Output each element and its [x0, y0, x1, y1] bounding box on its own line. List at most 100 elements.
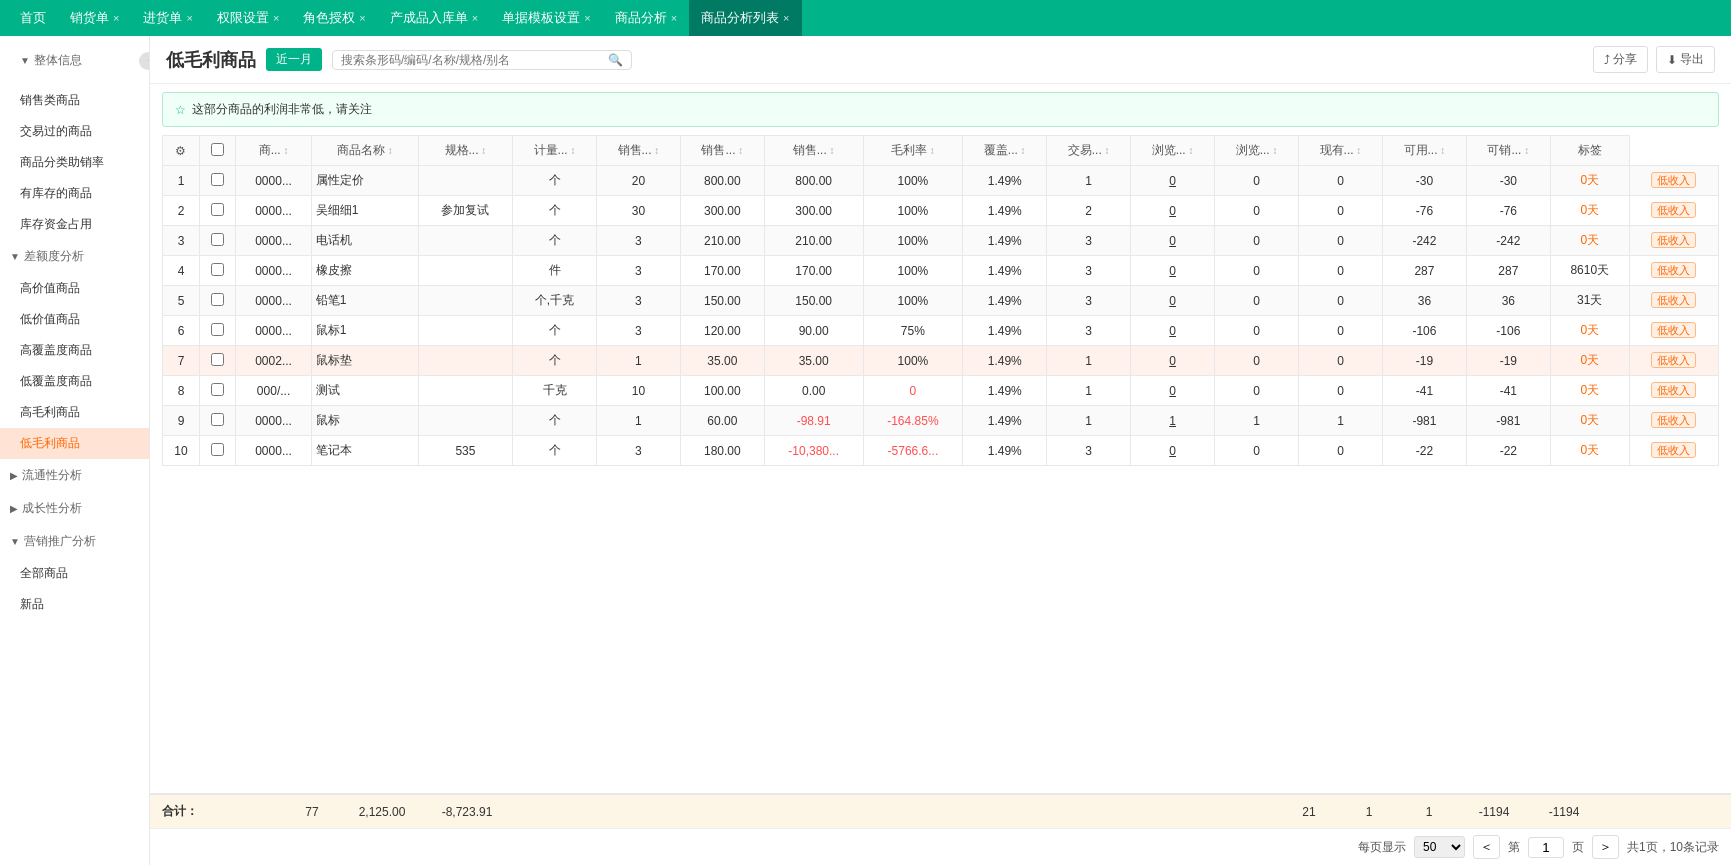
sidebar-item-low-coverage[interactable]: 低覆盖度商品 [0, 366, 149, 397]
col-checkbox[interactable] [199, 136, 235, 166]
close-icon[interactable]: × [113, 12, 119, 24]
sidebar-item-category-rate[interactable]: 商品分类助销率 [0, 147, 149, 178]
nav-template[interactable]: 单据模板设置 × [490, 0, 602, 36]
search-icon[interactable]: 🔍 [608, 53, 623, 67]
sidebar-item-in-stock[interactable]: 有库存的商品 [0, 178, 149, 209]
row-select[interactable] [199, 196, 235, 226]
row-code: 0000... [236, 226, 312, 256]
nav-analysis[interactable]: 商品分析 × [603, 0, 689, 36]
sidebar-item-high-value[interactable]: 高价值商品 [0, 273, 149, 304]
sidebar-item-low-margin[interactable]: 低毛利商品 [0, 428, 149, 459]
col-price[interactable]: 销售... [680, 136, 764, 166]
per-page-select[interactable]: 10 20 50 100 [1414, 836, 1465, 858]
row-select[interactable] [199, 436, 235, 466]
row-select[interactable] [199, 406, 235, 436]
row-checkbox[interactable] [211, 203, 224, 216]
close-icon[interactable]: × [472, 12, 478, 24]
row-trade[interactable]: 0 [1131, 376, 1215, 406]
sidebar-item-sales-goods[interactable]: 销售类商品 [0, 85, 149, 116]
col-settings[interactable]: ⚙ [163, 136, 200, 166]
sidebar-group-growth[interactable]: ▶ 成长性分析 [0, 492, 149, 525]
row-available: -76 [1466, 196, 1550, 226]
row-tag: 低收入 [1629, 166, 1718, 196]
row-checkbox[interactable] [211, 173, 224, 186]
row-checkbox[interactable] [211, 293, 224, 306]
col-trade[interactable]: 交易... [1047, 136, 1131, 166]
row-select[interactable] [199, 256, 235, 286]
close-icon[interactable]: × [584, 12, 590, 24]
row-checkbox[interactable] [211, 263, 224, 276]
select-all-checkbox[interactable] [211, 143, 224, 156]
row-checkbox[interactable] [211, 413, 224, 426]
sidebar-item-new-goods[interactable]: 新品 [0, 589, 149, 620]
share-button[interactable]: ⤴ 分享 [1593, 46, 1648, 73]
close-icon[interactable]: × [671, 12, 677, 24]
row-checkbox[interactable] [211, 233, 224, 246]
row-trade[interactable]: 0 [1131, 436, 1215, 466]
row-coverage: 3 [1047, 226, 1131, 256]
sidebar-group-differential[interactable]: ▼ 差额度分析 [0, 240, 149, 273]
row-margin: 1.49% [963, 316, 1047, 346]
col-spec[interactable]: 规格... [418, 136, 512, 166]
row-select[interactable] [199, 316, 235, 346]
nav-purchase[interactable]: 进货单 × [131, 0, 204, 36]
sidebar-item-capital[interactable]: 库存资金占用 [0, 209, 149, 240]
close-icon[interactable]: × [273, 12, 279, 24]
row-trade[interactable]: 0 [1131, 346, 1215, 376]
sidebar-group-marketing[interactable]: ▼ 营销推广分析 [0, 525, 149, 558]
sidebar-item-all-goods[interactable]: 全部商品 [0, 558, 149, 589]
row-trade[interactable]: 0 [1131, 226, 1215, 256]
col-coverage[interactable]: 覆盖... [963, 136, 1047, 166]
row-trade[interactable]: 1 [1131, 406, 1215, 436]
col-qty[interactable]: 销售... [596, 136, 680, 166]
col-name[interactable]: 商品名称 [311, 136, 418, 166]
sidebar-item-high-coverage[interactable]: 高覆盖度商品 [0, 335, 149, 366]
col-stock[interactable]: 现有... [1299, 136, 1383, 166]
row-trade[interactable]: 0 [1131, 316, 1215, 346]
row-select[interactable] [199, 286, 235, 316]
nav-analysis-list[interactable]: 商品分析列表 × [689, 0, 801, 36]
next-page-btn[interactable]: ＞ [1592, 835, 1619, 859]
row-trade[interactable]: 0 [1131, 166, 1215, 196]
col-gross[interactable]: 毛利率 [863, 136, 963, 166]
sidebar-group-overall[interactable]: ▼ 整体信息 [10, 44, 92, 77]
prev-page-btn[interactable]: ＜ [1473, 835, 1500, 859]
sidebar-group-circulation[interactable]: ▶ 流通性分析 [0, 459, 149, 492]
close-icon[interactable]: × [359, 12, 365, 24]
col-sale[interactable]: 销售... [764, 136, 863, 166]
search-input[interactable] [341, 53, 608, 67]
row-checkbox[interactable] [211, 443, 224, 456]
close-icon[interactable]: × [186, 12, 192, 24]
row-select[interactable] [199, 226, 235, 256]
row-select[interactable] [199, 346, 235, 376]
row-checkbox[interactable] [211, 383, 224, 396]
table-row: 10 0000... 笔记本 535 个 3 180.00 -10,380...… [163, 436, 1719, 466]
row-select[interactable] [199, 166, 235, 196]
row-trade[interactable]: 0 [1131, 256, 1215, 286]
nav-permissions[interactable]: 权限设置 × [205, 0, 291, 36]
sidebar-item-low-value[interactable]: 低价值商品 [0, 304, 149, 335]
sidebar-item-traded[interactable]: 交易过的商品 [0, 116, 149, 147]
nav-home[interactable]: 首页 [8, 0, 58, 36]
search-box[interactable]: 🔍 [332, 50, 632, 70]
row-checkbox[interactable] [211, 323, 224, 336]
row-checkbox[interactable] [211, 353, 224, 366]
col-sellable[interactable]: 可销... [1466, 136, 1550, 166]
sidebar-collapse-btn[interactable]: 《 [139, 52, 150, 70]
nav-roles[interactable]: 角色授权 × [291, 0, 377, 36]
nav-product-in[interactable]: 产成品入库单 × [378, 0, 490, 36]
row-trade[interactable]: 0 [1131, 286, 1215, 316]
col-available[interactable]: 可用... [1382, 136, 1466, 166]
sidebar-item-high-margin[interactable]: 高毛利商品 [0, 397, 149, 428]
export-button[interactable]: ⬇ 导出 [1656, 46, 1715, 73]
row-trade[interactable]: 0 [1131, 196, 1215, 226]
nav-sales[interactable]: 销货单 × [58, 0, 131, 36]
page-number-input[interactable] [1528, 837, 1564, 858]
col-browse1[interactable]: 浏览... [1131, 136, 1215, 166]
time-filter-button[interactable]: 近一月 [266, 48, 322, 71]
close-icon[interactable]: × [783, 12, 789, 24]
row-select[interactable] [199, 376, 235, 406]
col-unit[interactable]: 计量... [513, 136, 597, 166]
col-browse2[interactable]: 浏览... [1215, 136, 1299, 166]
col-code[interactable]: 商... [236, 136, 312, 166]
